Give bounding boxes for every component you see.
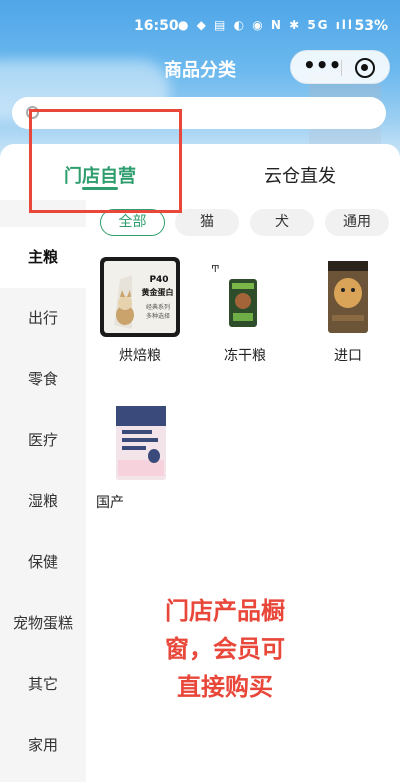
filter-chip-cat[interactable]: 猫 bbox=[175, 209, 239, 236]
product-imported[interactable]: 进口 bbox=[308, 257, 388, 367]
target-close-icon[interactable] bbox=[355, 58, 375, 78]
product-freeze-dried[interactable]: Ͳ 冻干粮 bbox=[205, 257, 285, 367]
product-baked-food[interactable]: P40 黄金蛋白 经典系列 多种选择 烘焙粮 bbox=[100, 257, 180, 367]
product-badge: P40 bbox=[149, 275, 169, 285]
product-badge-sub: 黄金蛋白 bbox=[141, 288, 174, 297]
annotation-line-3: 直接购买 bbox=[177, 673, 273, 701]
svg-text:Ͳ: Ͳ bbox=[211, 264, 220, 275]
product-image-freeze-dried: Ͳ bbox=[205, 257, 285, 337]
miniprogram-capsule: ••• bbox=[290, 50, 390, 84]
annotation-highlight-box bbox=[29, 109, 182, 213]
product-image-domestic bbox=[100, 404, 180, 484]
filter-chip-dog[interactable]: 犬 bbox=[250, 209, 314, 236]
sidebar-item-pet-cake[interactable]: 宠物蛋糕 bbox=[0, 593, 86, 654]
status-icons: ● ◆ ▤ ◐ ◉ N ✱ 5G ıll bbox=[178, 18, 355, 32]
product-label-freeze-dried: 冻干粮 bbox=[224, 348, 266, 364]
filter-chip-all[interactable]: 全部 bbox=[100, 209, 165, 236]
tab-cloud-warehouse[interactable]: 云仓直发 bbox=[264, 162, 336, 188]
sidebar-item-other[interactable]: 其它 bbox=[0, 654, 86, 715]
status-bar: 16:50 ● ◆ ▤ ◐ ◉ N ✱ 5G ıll 53% bbox=[0, 14, 400, 40]
sidebar-item-staple-food[interactable]: 主粮 bbox=[0, 227, 86, 288]
sidebar-item-medical[interactable]: 医疗 bbox=[0, 410, 86, 471]
sidebar-item-health[interactable]: 保健 bbox=[0, 532, 86, 593]
annotation-note: 门店产品橱 窗，会员可 直接购买 bbox=[140, 592, 310, 706]
sidebar-item-household[interactable]: 家用 bbox=[0, 715, 86, 776]
battery-percent: 53% bbox=[354, 18, 388, 34]
capsule-divider bbox=[341, 60, 342, 76]
status-time: 16:50 bbox=[134, 18, 179, 34]
product-domestic[interactable]: 国产 bbox=[96, 404, 180, 514]
annotation-line-2: 窗，会员可 bbox=[165, 635, 285, 663]
annotation-line-1: 门店产品橱 bbox=[165, 597, 285, 625]
product-label-domestic: 国产 bbox=[96, 495, 124, 511]
category-sidebar: 主粮 出行 零食 医疗 湿粮 保健 宠物蛋糕 其它 家用 bbox=[0, 200, 86, 782]
product-image-baked-food: P40 黄金蛋白 经典系列 多种选择 bbox=[100, 257, 180, 337]
sidebar-item-travel[interactable]: 出行 bbox=[0, 288, 86, 349]
more-dots-icon[interactable]: ••• bbox=[303, 55, 341, 77]
sidebar-item-snacks[interactable]: 零食 bbox=[0, 349, 86, 410]
product-label-imported: 进口 bbox=[334, 348, 362, 364]
product-label-baked-food: 烘焙粮 bbox=[119, 348, 161, 364]
product-series-sub: 多种选择 bbox=[145, 313, 170, 320]
filter-chip-general[interactable]: 通用 bbox=[325, 209, 389, 236]
product-series: 经典系列 bbox=[145, 304, 170, 311]
product-image-imported bbox=[308, 257, 388, 337]
